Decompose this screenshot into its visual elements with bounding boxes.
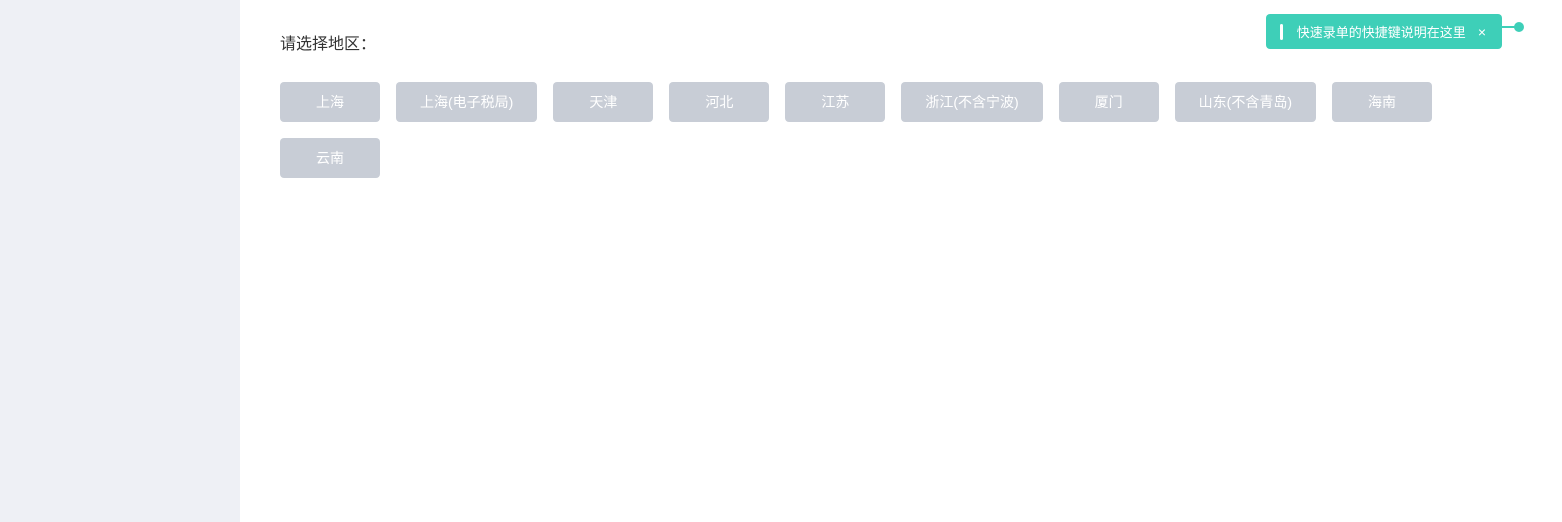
sidebar (0, 0, 240, 522)
region-button-hainan[interactable]: 海南 (1332, 82, 1432, 122)
region-button-jiangsu[interactable]: 江苏 (785, 82, 885, 122)
region-button-xiamen[interactable]: 厦门 (1059, 82, 1159, 122)
tooltip-text: 快速录单的快捷键说明在这里 (1297, 22, 1466, 41)
region-button-yunnan[interactable]: 云南 (280, 138, 380, 178)
tooltip-bar: 快速录单的快捷键说明在这里 × (1266, 14, 1502, 49)
main-content: 请选择地区： 上海上海(电子税局)天津河北江苏浙江(不含宁波)厦门山东(不含青岛… (240, 0, 1562, 522)
region-button-tianjin[interactable]: 天津 (553, 82, 653, 122)
tooltip-close-button[interactable]: × (1476, 24, 1488, 40)
region-button-shanghai-etax[interactable]: 上海(电子税局) (396, 82, 537, 122)
tooltip-connector-dot (1514, 22, 1524, 32)
region-button-shandong[interactable]: 山东(不含青岛) (1175, 82, 1316, 122)
region-button-zhejiang[interactable]: 浙江(不含宁波) (901, 82, 1042, 122)
region-button-hebei[interactable]: 河北 (669, 82, 769, 122)
region-buttons: 上海上海(电子税局) 天津河北江苏浙江(不含宁波) 厦门山东(不含青岛) 海南云南 (280, 82, 1522, 178)
bar-accent-icon (1280, 24, 1283, 40)
region-button-shanghai[interactable]: 上海 (280, 82, 380, 122)
